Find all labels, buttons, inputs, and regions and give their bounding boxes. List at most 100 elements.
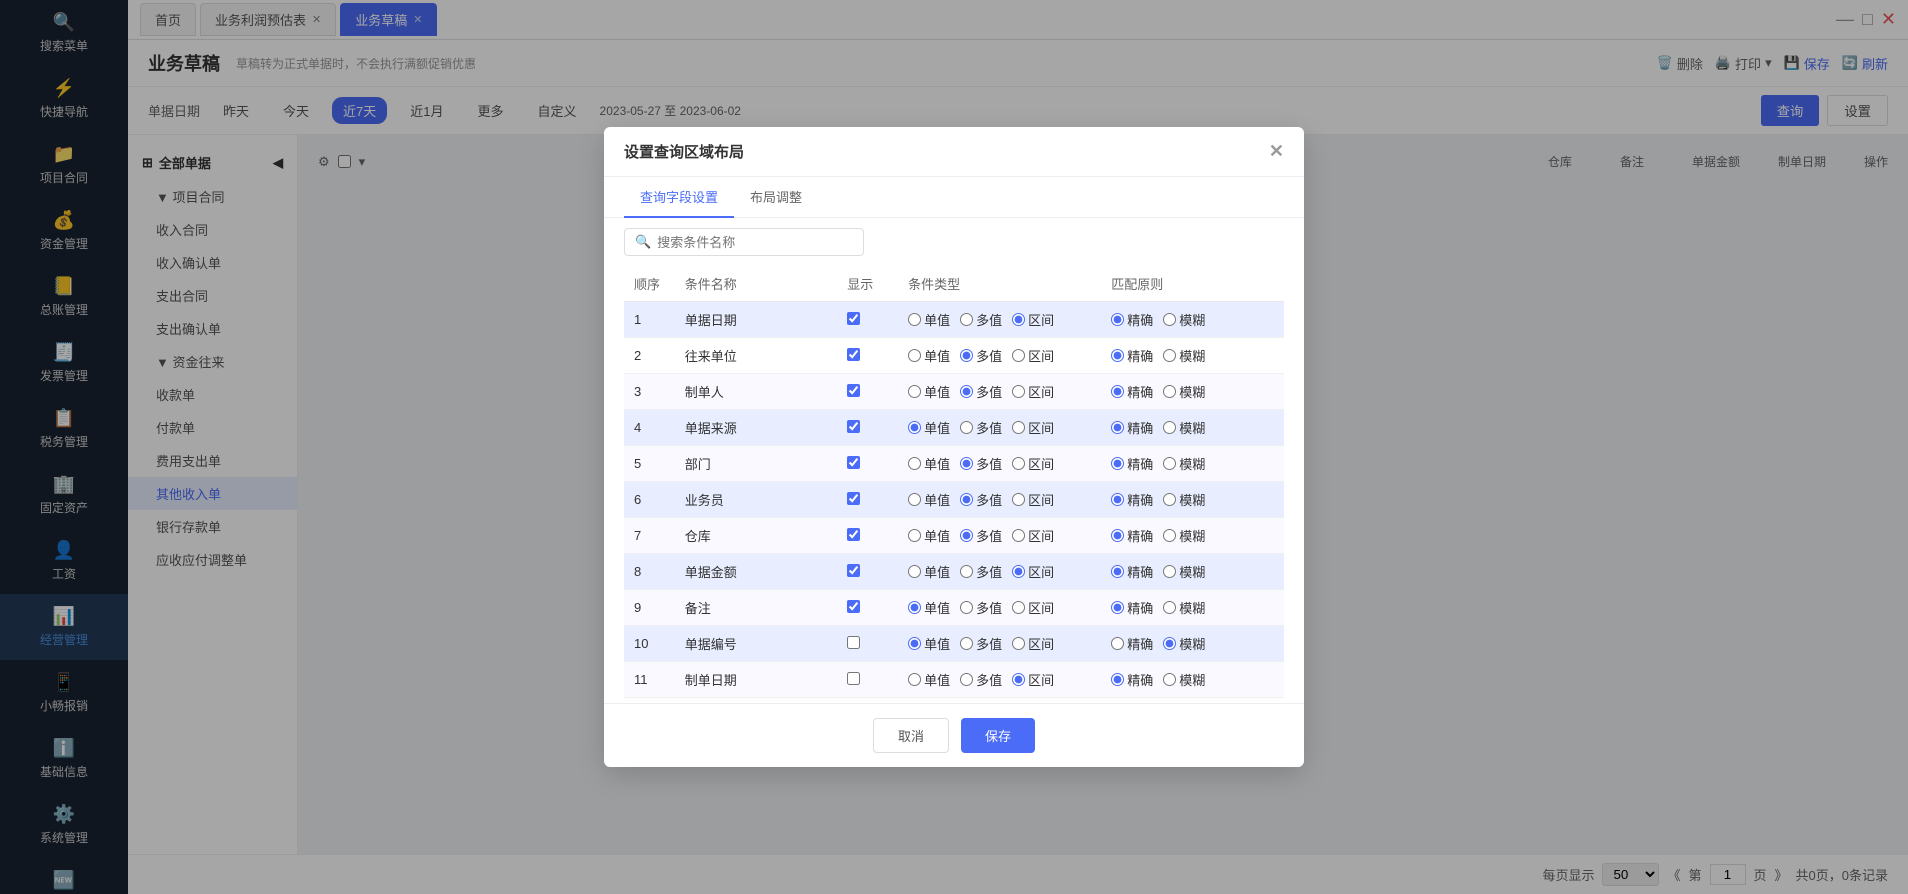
type-radio-item[interactable]: 多值 [960, 526, 1002, 545]
type-radio-item[interactable]: 单值 [908, 418, 950, 437]
type-radio-item[interactable]: 多值 [960, 346, 1002, 365]
type-radio-item[interactable]: 区间 [1012, 382, 1054, 401]
match-radio-item[interactable]: 模糊 [1163, 418, 1205, 437]
match-radio-item[interactable]: 模糊 [1163, 454, 1205, 473]
type-radio-item[interactable]: 区间 [1012, 562, 1054, 581]
table-row[interactable]: 8单据金额单值多值区间精确模糊 [624, 554, 1284, 590]
show-checkbox[interactable] [847, 384, 860, 397]
match-radio-item[interactable]: 模糊 [1163, 670, 1205, 689]
cell-order: 6 [624, 482, 675, 518]
match-radio-item[interactable]: 精确 [1111, 382, 1153, 401]
show-checkbox[interactable] [847, 348, 860, 361]
match-radio-item[interactable]: 精确 [1111, 418, 1153, 437]
match-radio-item[interactable]: 精确 [1111, 634, 1153, 653]
type-radio-item[interactable]: 多值 [960, 418, 1002, 437]
show-checkbox[interactable] [847, 528, 860, 541]
table-row[interactable]: 9备注单值多值区间精确模糊 [624, 590, 1284, 626]
type-radio-item[interactable]: 单值 [908, 310, 950, 329]
type-radio-item[interactable]: 单值 [908, 382, 950, 401]
match-radio-item[interactable]: 精确 [1111, 454, 1153, 473]
th-show: 显示 [837, 266, 898, 302]
type-radio-item[interactable]: 单值 [908, 526, 950, 545]
type-radio-item[interactable]: 区间 [1012, 346, 1054, 365]
cell-show [837, 590, 898, 626]
table-row[interactable]: 2往来单位单值多值区间精确模糊 [624, 338, 1284, 374]
table-row[interactable]: 4单据来源单值多值区间精确模糊 [624, 410, 1284, 446]
type-radio-item[interactable]: 多值 [960, 670, 1002, 689]
type-radio-item[interactable]: 区间 [1012, 418, 1054, 437]
cell-show [837, 302, 898, 338]
cell-show [837, 338, 898, 374]
match-radio-item[interactable]: 精确 [1111, 346, 1153, 365]
match-radio-item[interactable]: 精确 [1111, 526, 1153, 545]
match-radio-item[interactable]: 模糊 [1163, 310, 1205, 329]
table-row[interactable]: 3制单人单值多值区间精确模糊 [624, 374, 1284, 410]
cell-name: 单据来源 [675, 410, 837, 446]
type-radio-item[interactable]: 区间 [1012, 310, 1054, 329]
type-radio-item[interactable]: 单值 [908, 562, 950, 581]
modal-close-button[interactable]: ✕ [1269, 141, 1284, 162]
type-radio-item[interactable]: 单值 [908, 490, 950, 509]
show-checkbox[interactable] [847, 312, 860, 325]
type-radio-item[interactable]: 多值 [960, 454, 1002, 473]
type-radio-item[interactable]: 区间 [1012, 526, 1054, 545]
table-row[interactable]: 5部门单值多值区间精确模糊 [624, 446, 1284, 482]
type-radio-item[interactable]: 区间 [1012, 598, 1054, 617]
type-radio-item[interactable]: 多值 [960, 490, 1002, 509]
modal-tab-layout[interactable]: 布局调整 [734, 177, 818, 218]
search-input[interactable] [657, 235, 853, 250]
match-radio-item[interactable]: 模糊 [1163, 346, 1205, 365]
match-radio-item[interactable]: 模糊 [1163, 598, 1205, 617]
type-radio-item[interactable]: 多值 [960, 562, 1002, 581]
type-radio-item[interactable]: 多值 [960, 382, 1002, 401]
match-radio-item[interactable]: 模糊 [1163, 526, 1205, 545]
match-radio-item[interactable]: 模糊 [1163, 382, 1205, 401]
type-radio-item[interactable]: 单值 [908, 634, 950, 653]
cell-match: 精确模糊 [1101, 482, 1284, 518]
type-radio-item[interactable]: 单值 [908, 598, 950, 617]
show-checkbox[interactable] [847, 672, 860, 685]
conditions-table: 顺序 条件名称 显示 条件类型 匹配原则 1单据日期单值多值区间精确模糊2往来单… [624, 266, 1284, 698]
show-checkbox[interactable] [847, 420, 860, 433]
modal-tabs: 查询字段设置 布局调整 [604, 177, 1304, 218]
type-radio-item[interactable]: 单值 [908, 346, 950, 365]
table-row[interactable]: 10单据编号单值多值区间精确模糊 [624, 626, 1284, 662]
match-radio-item[interactable]: 精确 [1111, 562, 1153, 581]
match-radio-item[interactable]: 模糊 [1163, 490, 1205, 509]
type-radio-item[interactable]: 单值 [908, 454, 950, 473]
cancel-button[interactable]: 取消 [873, 718, 949, 753]
modal-table-container: 顺序 条件名称 显示 条件类型 匹配原则 1单据日期单值多值区间精确模糊2往来单… [604, 266, 1304, 703]
table-row[interactable]: 6业务员单值多值区间精确模糊 [624, 482, 1284, 518]
show-checkbox[interactable] [847, 636, 860, 649]
th-name: 条件名称 [675, 266, 837, 302]
type-radio-item[interactable]: 多值 [960, 310, 1002, 329]
cell-show [837, 410, 898, 446]
show-checkbox[interactable] [847, 564, 860, 577]
match-radio-item[interactable]: 精确 [1111, 310, 1153, 329]
type-radio-item[interactable]: 多值 [960, 634, 1002, 653]
cell-name: 仓库 [675, 518, 837, 554]
type-radio-item[interactable]: 单值 [908, 670, 950, 689]
type-radio-item[interactable]: 区间 [1012, 670, 1054, 689]
table-row[interactable]: 1单据日期单值多值区间精确模糊 [624, 302, 1284, 338]
table-row[interactable]: 7仓库单值多值区间精确模糊 [624, 518, 1284, 554]
table-row[interactable]: 11制单日期单值多值区间精确模糊 [624, 662, 1284, 698]
cell-show [837, 626, 898, 662]
cell-show [837, 554, 898, 590]
show-checkbox[interactable] [847, 600, 860, 613]
show-checkbox[interactable] [847, 492, 860, 505]
modal-tab-fields[interactable]: 查询字段设置 [624, 177, 734, 218]
type-radio-item[interactable]: 区间 [1012, 490, 1054, 509]
save-button[interactable]: 保存 [961, 718, 1035, 753]
type-radio-item[interactable]: 区间 [1012, 634, 1054, 653]
cell-type: 单值多值区间 [898, 482, 1101, 518]
match-radio-item[interactable]: 模糊 [1163, 634, 1205, 653]
type-radio-item[interactable]: 区间 [1012, 454, 1054, 473]
match-radio-item[interactable]: 模糊 [1163, 562, 1205, 581]
match-radio-item[interactable]: 精确 [1111, 670, 1153, 689]
type-radio-item[interactable]: 多值 [960, 598, 1002, 617]
show-checkbox[interactable] [847, 456, 860, 469]
match-radio-item[interactable]: 精确 [1111, 490, 1153, 509]
match-radio-item[interactable]: 精确 [1111, 598, 1153, 617]
cell-order: 1 [624, 302, 675, 338]
